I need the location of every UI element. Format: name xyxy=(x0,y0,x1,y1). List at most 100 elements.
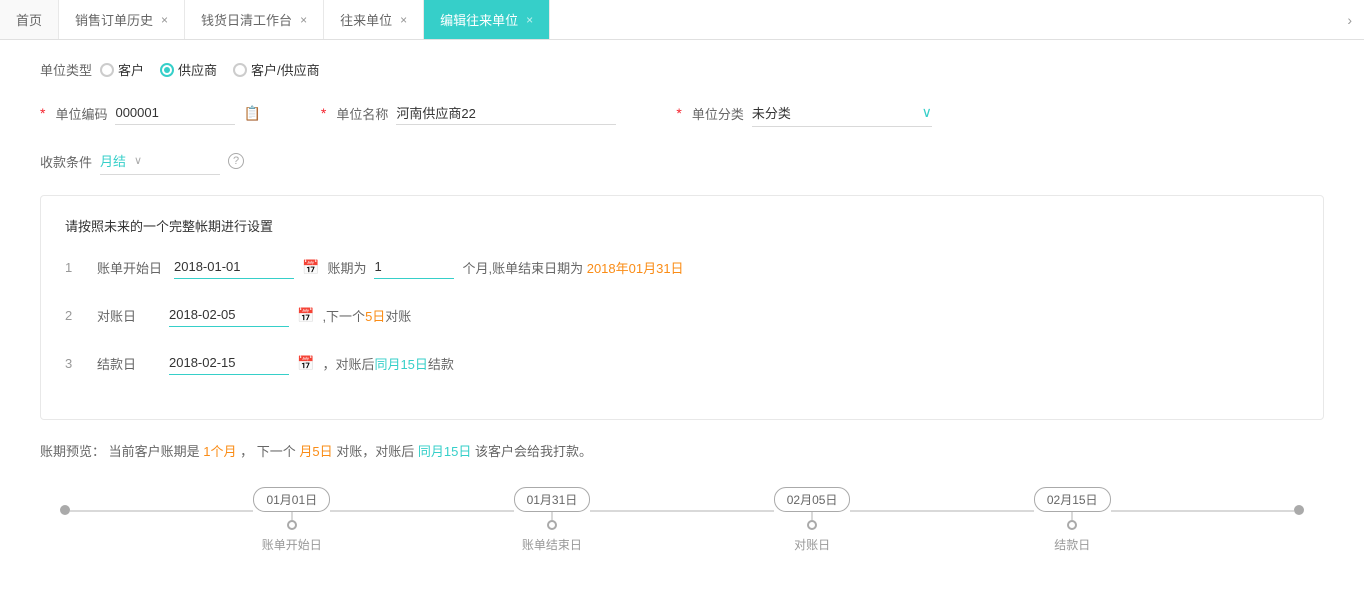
payment-highlight: 同月15日 xyxy=(374,357,427,372)
period-value-3: 📅 ，对账后同月15日结款 xyxy=(169,351,454,375)
unit-name-label: 单位名称 xyxy=(336,104,388,123)
timeline-dot-4 xyxy=(1067,520,1077,530)
timeline-node-3: 02月05日 对账日 xyxy=(774,487,851,553)
period-months-input[interactable] xyxy=(374,255,454,279)
timeline-tick-1 xyxy=(291,512,293,520)
preview-payment-highlight: 同月15日 xyxy=(418,444,471,459)
timeline-label-2: 账单结束日 xyxy=(522,536,582,553)
timeline-label-1: 账单开始日 xyxy=(262,536,322,553)
unit-name-required: * xyxy=(321,105,326,121)
unit-code-label: 单位编码 xyxy=(55,104,107,123)
radio-customer-supplier[interactable]: 客户/供应商 xyxy=(233,60,320,79)
tab-cash-workbench[interactable]: 钱货日清工作台 × xyxy=(185,0,324,39)
tab-edit-partner-unit-close[interactable]: × xyxy=(526,13,533,27)
timeline-line-1 xyxy=(70,510,253,512)
tab-cash-workbench-close[interactable]: × xyxy=(300,13,307,27)
period-index-2: 2 xyxy=(65,308,85,323)
unit-type-row: 单位类型 客户 供应商 客户/供应商 xyxy=(40,60,1324,79)
period-start-date-input[interactable] xyxy=(174,255,294,279)
timeline-dot-1 xyxy=(287,520,297,530)
radio-customer-supplier-label: 客户/供应商 xyxy=(251,60,320,79)
unit-name-input[interactable] xyxy=(396,101,616,125)
unit-code-required: * xyxy=(40,105,45,121)
period-suffix-label-1: 账期为 xyxy=(327,258,366,277)
tabs-bar: 首页 销售订单历史 × 钱货日清工作台 × 往来单位 × 编辑往来单位 × › xyxy=(0,0,1364,40)
preview-text-suffix: 该客户会给我打款。 xyxy=(475,444,592,459)
unit-code-icon[interactable]: 📋 xyxy=(243,105,260,122)
tab-partner-unit[interactable]: 往来单位 × xyxy=(324,0,424,39)
preview-label: 账期预览： xyxy=(40,444,105,459)
period-label-2: 对账日 xyxy=(97,306,157,325)
unit-type-item: 单位类型 客户 供应商 客户/供应商 xyxy=(40,60,320,79)
tab-edit-partner-unit[interactable]: 编辑往来单位 × xyxy=(424,0,550,39)
timeline-badge-4: 02月15日 xyxy=(1034,487,1111,512)
unit-classify-dropdown[interactable]: 未分类 ∨ xyxy=(752,99,932,127)
period-reconcile-date-input[interactable] xyxy=(169,303,289,327)
tab-cash-workbench-label: 钱货日清工作台 xyxy=(201,10,292,29)
period-value-2: 📅 ,下一个5日对账 xyxy=(169,303,411,327)
timeline-label-4: 结款日 xyxy=(1054,536,1090,553)
period-end-date-highlight: 2018年01月31日 xyxy=(587,261,684,276)
tab-sales-order-history[interactable]: 销售订单历史 × xyxy=(59,0,185,39)
unit-code-input[interactable] xyxy=(115,101,235,125)
timeline-end xyxy=(1294,487,1304,515)
period-reconcile-desc: ,下一个5日对账 xyxy=(322,306,411,325)
unit-code-item: * 单位编码 📋 xyxy=(40,101,261,125)
preview-reconcile-prefix: 下一个 xyxy=(257,444,296,459)
tab-partner-unit-label: 往来单位 xyxy=(340,10,392,29)
tab-sales-order-history-close[interactable]: × xyxy=(161,13,168,27)
preview-text-prefix: 当前客户账期是 xyxy=(109,444,200,459)
radio-customer-circle xyxy=(100,63,114,77)
preview-reconcile-suffix: 对账，对账后 xyxy=(336,444,414,459)
tab-sales-order-history-label: 销售订单历史 xyxy=(75,10,153,29)
period-row-2: 2 对账日 📅 ,下一个5日对账 xyxy=(65,303,1299,327)
tab-home[interactable]: 首页 xyxy=(0,0,59,39)
radio-supplier-circle xyxy=(160,63,174,77)
payment-terms-chevron-icon: ∨ xyxy=(134,154,142,167)
account-preview: 账期预览： 当前客户账期是 1个月 ， 下一个 月5日 对账，对账后 同月15日… xyxy=(40,440,1324,463)
payment-terms-item: 收款条件 月结 ∨ ? xyxy=(40,147,244,175)
timeline-dot-2 xyxy=(547,520,557,530)
timeline-node-1: 01月01日 账单开始日 xyxy=(253,487,330,553)
timeline-container: 01月01日 账单开始日 01月31日 账单结束日 02月05日 xyxy=(40,487,1324,593)
help-icon[interactable]: ? xyxy=(228,153,244,169)
period-value-1: 📅 账期为 个月,账单结束日期为 2018年01月31日 xyxy=(174,255,684,279)
unit-type-label: 单位类型 xyxy=(40,60,92,79)
timeline-badge-3: 02月05日 xyxy=(774,487,851,512)
reconcile-highlight: 5日 xyxy=(365,309,385,324)
radio-supplier[interactable]: 供应商 xyxy=(160,60,217,79)
period-index-1: 1 xyxy=(65,260,85,275)
payment-terms-label: 收款条件 xyxy=(40,152,92,171)
period-row-1: 1 账单开始日 📅 账期为 个月,账单结束日期为 2018年01月31日 xyxy=(65,255,1299,279)
timeline-end-dot xyxy=(1294,505,1304,515)
timeline-tick-3 xyxy=(811,512,813,520)
tab-partner-unit-close[interactable]: × xyxy=(400,13,407,27)
tabs-expand-icon[interactable]: › xyxy=(1335,12,1364,28)
period-settings-title: 请按照未来的一个完整帐期进行设置 xyxy=(65,216,1299,235)
period-start-calendar-icon[interactable]: 📅 xyxy=(302,259,319,276)
unit-classify-item: * 单位分类 未分类 ∨ xyxy=(676,99,931,127)
timeline: 01月01日 账单开始日 01月31日 账单结束日 02月05日 xyxy=(60,487,1304,553)
period-label-3: 结款日 xyxy=(97,354,157,373)
timeline-node-2: 01月31日 账单结束日 xyxy=(514,487,591,553)
timeline-badge-2: 01月31日 xyxy=(514,487,591,512)
timeline-tick-2 xyxy=(551,512,553,520)
unit-name-item: * 单位名称 xyxy=(321,101,616,125)
timeline-start-dot xyxy=(60,505,70,515)
period-payment-calendar-icon[interactable]: 📅 xyxy=(297,355,314,372)
payment-terms-value: 月结 xyxy=(100,151,126,170)
preview-reconcile-highlight: 月5日 xyxy=(299,444,332,459)
timeline-start xyxy=(60,487,70,515)
payment-terms-dropdown[interactable]: 月结 ∨ xyxy=(100,147,220,175)
period-payment-date-input[interactable] xyxy=(169,351,289,375)
timeline-node-4: 02月15日 结款日 xyxy=(1034,487,1111,553)
period-row-3: 3 结款日 📅 ，对账后同月15日结款 xyxy=(65,351,1299,375)
radio-customer[interactable]: 客户 xyxy=(100,60,144,79)
radio-customer-supplier-circle xyxy=(233,63,247,77)
payment-terms-row: 收款条件 月结 ∨ ? xyxy=(40,147,1324,175)
period-reconcile-calendar-icon[interactable]: 📅 xyxy=(297,307,314,324)
timeline-dot-3 xyxy=(807,520,817,530)
preview-period-highlight: 1个月 xyxy=(203,444,236,459)
timeline-line-5 xyxy=(1111,510,1294,512)
classify-chevron-down-icon: ∨ xyxy=(922,104,932,121)
